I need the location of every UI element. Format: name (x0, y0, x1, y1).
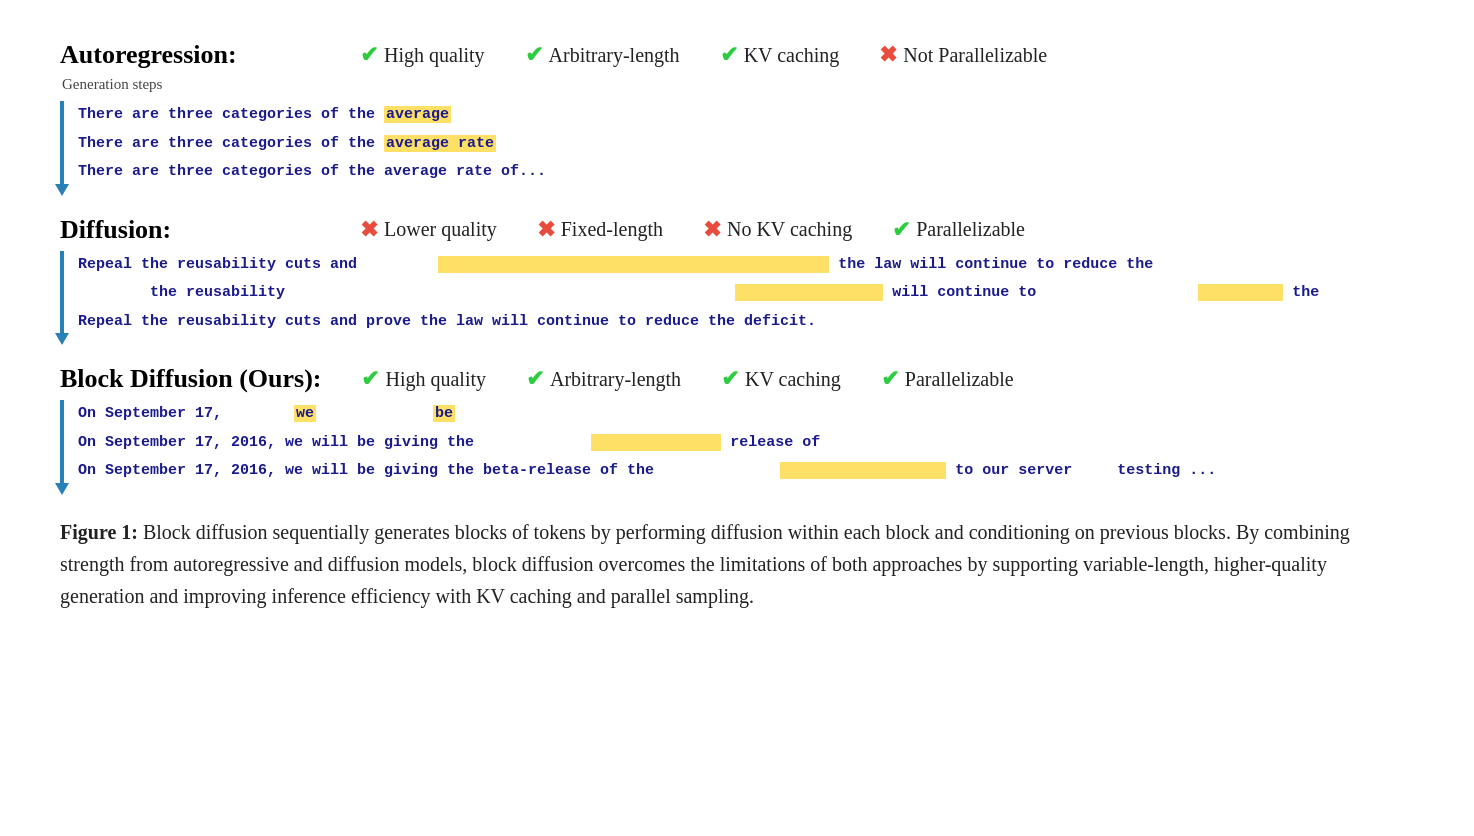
step-line-2-0: On September 17, we be (78, 400, 1414, 429)
badge-label-5: Fixed-length (561, 218, 663, 241)
figure-text: Block diffusion sequentially generates b… (60, 521, 1350, 607)
block-diffusion-steps: On September 17, we be On September 17, … (64, 400, 1414, 486)
cross-icon-2: ✖ (537, 217, 555, 243)
badge-label-10: KV caching (745, 368, 841, 391)
step-line-0-2: There are three categories of the averag… (78, 158, 1414, 187)
step-line-0-1: There are three categories of the averag… (78, 130, 1414, 159)
badge-label-4: Lower quality (384, 218, 497, 241)
cross-icon-3: ✖ (703, 217, 721, 243)
badge-label-6: No KV caching (727, 218, 852, 241)
badge-label-11: Parallelizable (905, 368, 1014, 391)
highlight-5: we (294, 405, 316, 422)
check-icon-3: ✔ (892, 217, 910, 243)
step-line-1-0: Repeal the reusability cuts and the law … (78, 251, 1414, 280)
badge-no-kv-caching: ✖ No KV caching (703, 217, 852, 243)
highlight-2 (438, 256, 829, 273)
badge-label-7: Parallelizable (916, 218, 1025, 241)
highlight-0: average (384, 106, 451, 123)
badge-label-0: High quality (384, 44, 485, 67)
block-diffusion-title: Block Diffusion (Ours): (60, 364, 321, 394)
highlight-8 (780, 462, 946, 479)
autoregression-title: Autoregression: (60, 40, 320, 70)
v-bar-0 (60, 101, 64, 187)
check-icon-7: ✔ (881, 366, 899, 392)
v-bar-2 (60, 400, 64, 486)
block-diffusion-steps-wrap: On September 17, we be On September 17, … (60, 400, 1414, 486)
check-icon-2: ✔ (720, 42, 738, 68)
block-diffusion-header: Block Diffusion (Ours): ✔ High quality ✔… (60, 364, 1414, 394)
badge-label-1: Arbitrary-length (549, 44, 680, 67)
diffusion-steps-wrap: Repeal the reusability cuts and the law … (60, 251, 1414, 337)
autoregression-steps: There are three categories of the averag… (64, 101, 1414, 187)
badge-kv-caching: ✔ KV caching (720, 42, 840, 68)
step-line-1-1: the reusability will continue to the (78, 279, 1414, 308)
diffusion-steps: Repeal the reusability cuts and the law … (64, 251, 1414, 337)
badge-label-2: KV caching (744, 44, 840, 67)
autoregression-section: Autoregression: ✔ High quality ✔ Arbitra… (60, 40, 1414, 187)
check-icon-5: ✔ (526, 366, 544, 392)
badge-fixed-length: ✖ Fixed-length (537, 217, 663, 243)
check-icon-1: ✔ (525, 42, 543, 68)
badge-arbitrary-length: ✔ Arbitrary-length (525, 42, 680, 68)
badge-lower-quality: ✖ Lower quality (360, 217, 497, 243)
badge-high-quality: ✔ High quality (360, 42, 485, 68)
step-line-0-0: There are three categories of the averag… (78, 101, 1414, 130)
v-bar-1 (60, 251, 64, 337)
figure-label: Figure 1: (60, 521, 138, 543)
block-diffusion-section: Block Diffusion (Ours): ✔ High quality ✔… (60, 364, 1414, 486)
step-line-2-2: On September 17, 2016, we will be giving… (78, 457, 1414, 486)
diffusion-title: Diffusion: (60, 215, 320, 245)
badge-parallelizable-diff: ✔ Parallelizable (892, 217, 1025, 243)
highlight-1: average rate (384, 135, 496, 152)
check-icon-6: ✔ (721, 366, 739, 392)
check-icon-4: ✔ (361, 366, 379, 392)
highlight-3 (735, 284, 883, 301)
badge-label-9: Arbitrary-length (550, 368, 681, 391)
check-icon-0: ✔ (360, 42, 378, 68)
autoregression-header: Autoregression: ✔ High quality ✔ Arbitra… (60, 40, 1414, 70)
badge-not-parallelizable: ✖ Not Parallelizable (879, 42, 1047, 68)
highlight-7 (591, 434, 721, 451)
badge-arbitrary-length-bd: ✔ Arbitrary-length (526, 366, 681, 392)
diffusion-header: Diffusion: ✖ Lower quality ✖ Fixed-lengt… (60, 215, 1414, 245)
step-line-2-1: On September 17, 2016, we will be giving… (78, 429, 1414, 458)
diffusion-section: Diffusion: ✖ Lower quality ✖ Fixed-lengt… (60, 215, 1414, 337)
cross-icon-0: ✖ (879, 42, 897, 68)
step-line-1-2: Repeal the reusability cuts and prove th… (78, 308, 1414, 337)
badge-label-8: High quality (385, 368, 486, 391)
badge-parallelizable-bd: ✔ Parallelizable (881, 366, 1014, 392)
autoregression-steps-wrap: There are three categories of the averag… (60, 101, 1414, 187)
badge-kv-caching-bd: ✔ KV caching (721, 366, 841, 392)
badge-high-quality-bd: ✔ High quality (361, 366, 486, 392)
badge-label-3: Not Parallelizable (903, 44, 1047, 67)
highlight-4 (1198, 284, 1283, 301)
figure-caption: Figure 1: Block diffusion sequentially g… (60, 516, 1360, 612)
highlight-6: be (433, 405, 455, 422)
generation-label: Generation steps (62, 76, 1414, 93)
cross-icon-1: ✖ (360, 217, 378, 243)
